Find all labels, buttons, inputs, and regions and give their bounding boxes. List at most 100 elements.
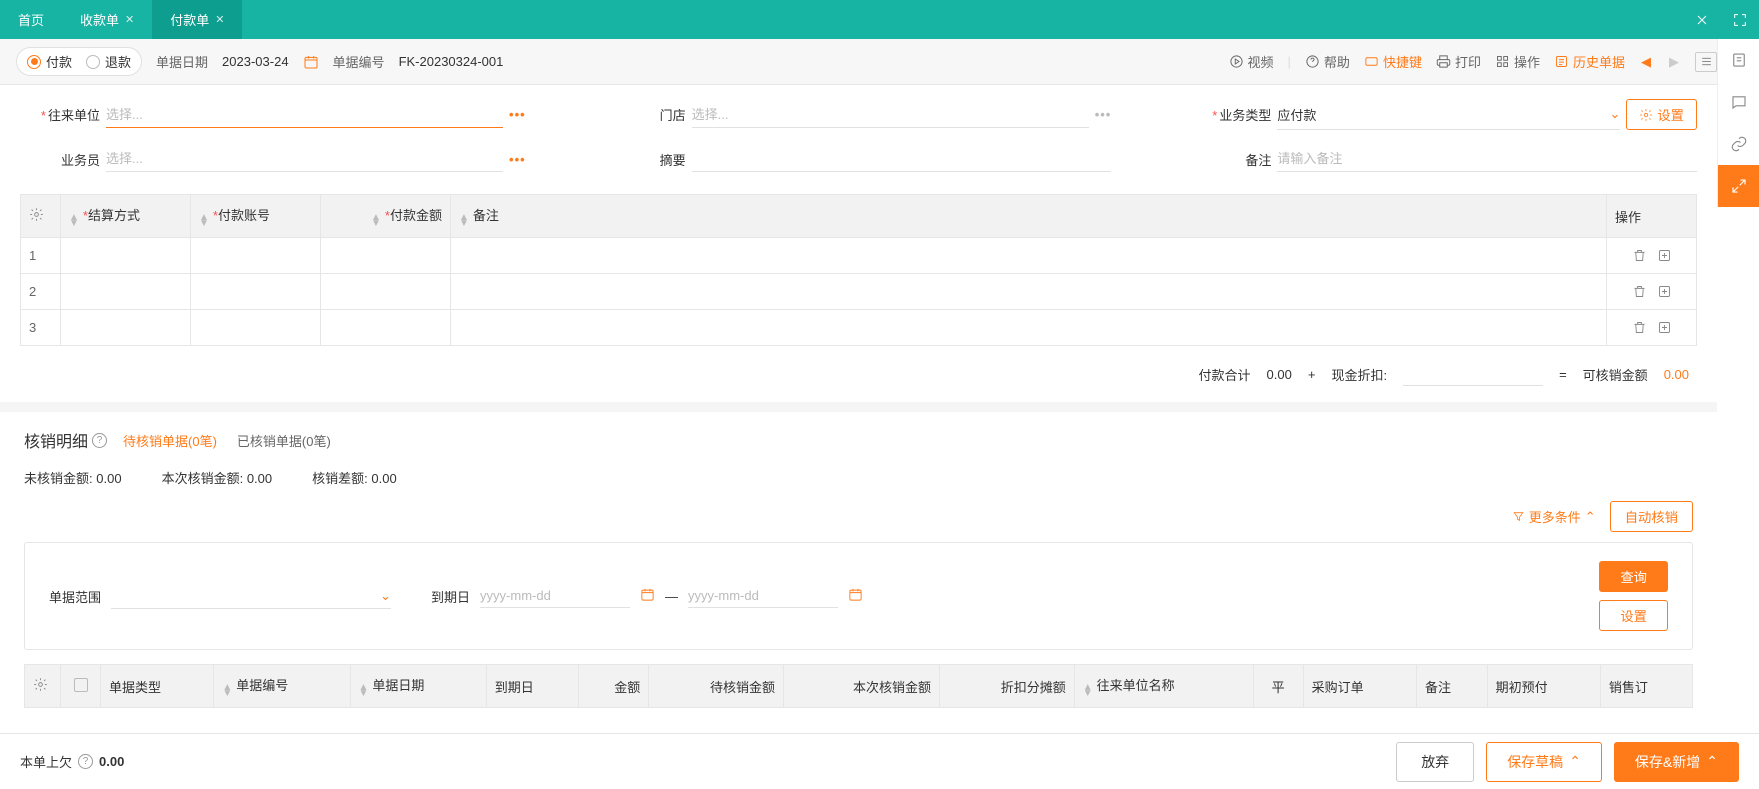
col-method[interactable]: ▲▼*结算方式 (61, 195, 191, 238)
filter-settings-button[interactable]: 设置 (1599, 600, 1668, 631)
tab-pending[interactable]: 待核销单据(0笔) (123, 431, 217, 450)
view-list-button[interactable] (1695, 52, 1717, 72)
sidebar-message-icon[interactable] (1718, 81, 1759, 123)
store-label: 门店 (606, 105, 686, 124)
partner-input[interactable] (106, 102, 503, 128)
radio-pay[interactable]: 付款 (27, 52, 72, 71)
query-button[interactable]: 查询 (1599, 561, 1668, 592)
video-link[interactable]: 视频 (1229, 52, 1274, 71)
diff-amount: 核销差额: 0.00 (312, 468, 397, 487)
grid-settings-icon[interactable] (25, 665, 61, 708)
calendar-icon[interactable] (303, 54, 319, 70)
table-settings-icon[interactable] (21, 195, 61, 238)
owe-label: 本单上欠 (20, 752, 72, 771)
col-prepay[interactable]: 期初预付 (1487, 665, 1600, 708)
shortcut-link[interactable]: 快捷键 (1364, 52, 1422, 71)
delete-icon[interactable] (1632, 320, 1647, 335)
col-no[interactable]: ▲▼单据编号 (214, 665, 350, 708)
more-conditions-link[interactable]: 更多条件⌃ (1512, 507, 1596, 526)
delete-icon[interactable] (1632, 284, 1647, 299)
col-remark[interactable]: ▲▼备注 (451, 195, 1607, 238)
no-label: 单据编号 (333, 52, 385, 71)
prev-arrow-icon[interactable]: ◀ (1639, 54, 1653, 70)
remark-input[interactable] (1277, 146, 1697, 172)
col-remark2[interactable]: 备注 (1416, 665, 1487, 708)
col-discount[interactable]: 折扣分摊额 (940, 665, 1075, 708)
biztype-select[interactable]: 应付款⌄ (1277, 100, 1620, 130)
fullscreen-button[interactable] (1721, 0, 1759, 39)
save-draft-button[interactable]: 保存草稿⌃ (1486, 742, 1602, 782)
help-icon[interactable]: ? (92, 433, 107, 448)
chevron-down-icon: ⌄ (380, 588, 391, 604)
operate-link[interactable]: 操作 (1495, 52, 1540, 71)
pay-total-value: 0.00 (1267, 367, 1292, 382)
close-icon[interactable]: ✕ (125, 13, 134, 26)
settings-button[interactable]: 设置 (1626, 99, 1697, 130)
table-row[interactable]: 1 (21, 238, 1697, 274)
calendar-icon[interactable] (640, 587, 655, 605)
tab-home[interactable]: 首页 (0, 0, 62, 39)
calendar-icon[interactable] (848, 587, 863, 605)
col-amount[interactable]: ▲▼*付款金额 (321, 195, 451, 238)
due-to-input[interactable] (688, 584, 838, 608)
auto-writeoff-button[interactable]: 自动核销 (1610, 501, 1693, 532)
delete-icon[interactable] (1632, 248, 1647, 263)
pay-refund-radio-group: 付款 退款 (16, 47, 142, 76)
table-row[interactable]: 3 (21, 310, 1697, 346)
sidebar-link-icon[interactable] (1718, 123, 1759, 165)
tab-done[interactable]: 已核销单据(0笔) (237, 431, 331, 450)
col-op: 操作 (1607, 195, 1697, 238)
table-row[interactable]: 2 (21, 274, 1697, 310)
due-label: 到期日 (431, 587, 470, 606)
save-new-button[interactable]: 保存&新增⌃ (1614, 742, 1739, 782)
summary-input[interactable] (692, 146, 1112, 172)
detail-title: 核销明细? (24, 428, 107, 452)
date-value[interactable]: 2023-03-24 (222, 54, 289, 69)
tab-collect[interactable]: 收款单✕ (62, 0, 152, 39)
writeoff-value: 0.00 (1664, 367, 1689, 382)
chevron-up-icon: ⌃ (1569, 753, 1581, 770)
close-window-button[interactable] (1683, 0, 1721, 39)
store-picker-icon[interactable]: ••• (1095, 107, 1112, 122)
print-link[interactable]: 打印 (1436, 52, 1481, 71)
partner-picker-icon[interactable]: ••• (509, 107, 526, 122)
discount-label: 现金折扣: (1331, 365, 1387, 384)
store-input[interactable] (692, 102, 1089, 128)
col-pending[interactable]: 待核销金额 (649, 665, 784, 708)
date-label: 单据日期 (156, 52, 208, 71)
checkbox-all[interactable] (61, 665, 101, 708)
col-this[interactable]: 本次核销金额 (784, 665, 940, 708)
add-icon[interactable] (1657, 248, 1672, 263)
unwrite-amount: 未核销金额: 0.00 (24, 468, 122, 487)
salesman-picker-icon[interactable]: ••• (509, 152, 526, 167)
help-link[interactable]: 帮助 (1305, 52, 1350, 71)
close-icon[interactable]: ✕ (215, 13, 224, 26)
col-po[interactable]: 采购订单 (1303, 665, 1416, 708)
sidebar-expand-icon[interactable] (1718, 165, 1759, 207)
add-icon[interactable] (1657, 284, 1672, 299)
sidebar-draft-icon[interactable] (1718, 39, 1759, 81)
col-type[interactable]: 单据类型 (101, 665, 214, 708)
help-icon[interactable]: ? (78, 754, 93, 769)
remark-label: 备注 (1191, 150, 1271, 169)
history-link[interactable]: 历史单据 (1554, 52, 1625, 71)
col-partner[interactable]: ▲▼往来单位名称 (1074, 665, 1253, 708)
discount-input[interactable] (1403, 362, 1543, 386)
add-icon[interactable] (1657, 320, 1672, 335)
biztype-label: 业务类型 (1191, 105, 1271, 124)
salesman-input[interactable] (106, 146, 503, 172)
this-amount: 本次核销金额: 0.00 (162, 468, 273, 487)
due-from-input[interactable] (480, 584, 630, 608)
col-amount2[interactable]: 金额 (578, 665, 649, 708)
abandon-button[interactable]: 放弃 (1396, 742, 1474, 782)
range-select[interactable]: ⌄ (111, 584, 391, 609)
col-account[interactable]: ▲▼*付款账号 (191, 195, 321, 238)
chevron-down-icon: ⌄ (1609, 106, 1620, 122)
col-balance[interactable]: 平 (1253, 665, 1303, 708)
next-arrow-icon[interactable]: ▶ (1667, 54, 1681, 70)
col-due[interactable]: 到期日 (486, 665, 578, 708)
radio-refund[interactable]: 退款 (86, 52, 131, 71)
tab-pay[interactable]: 付款单✕ (152, 0, 242, 39)
col-so[interactable]: 销售订 (1600, 665, 1692, 708)
col-date[interactable]: ▲▼单据日期 (350, 665, 486, 708)
